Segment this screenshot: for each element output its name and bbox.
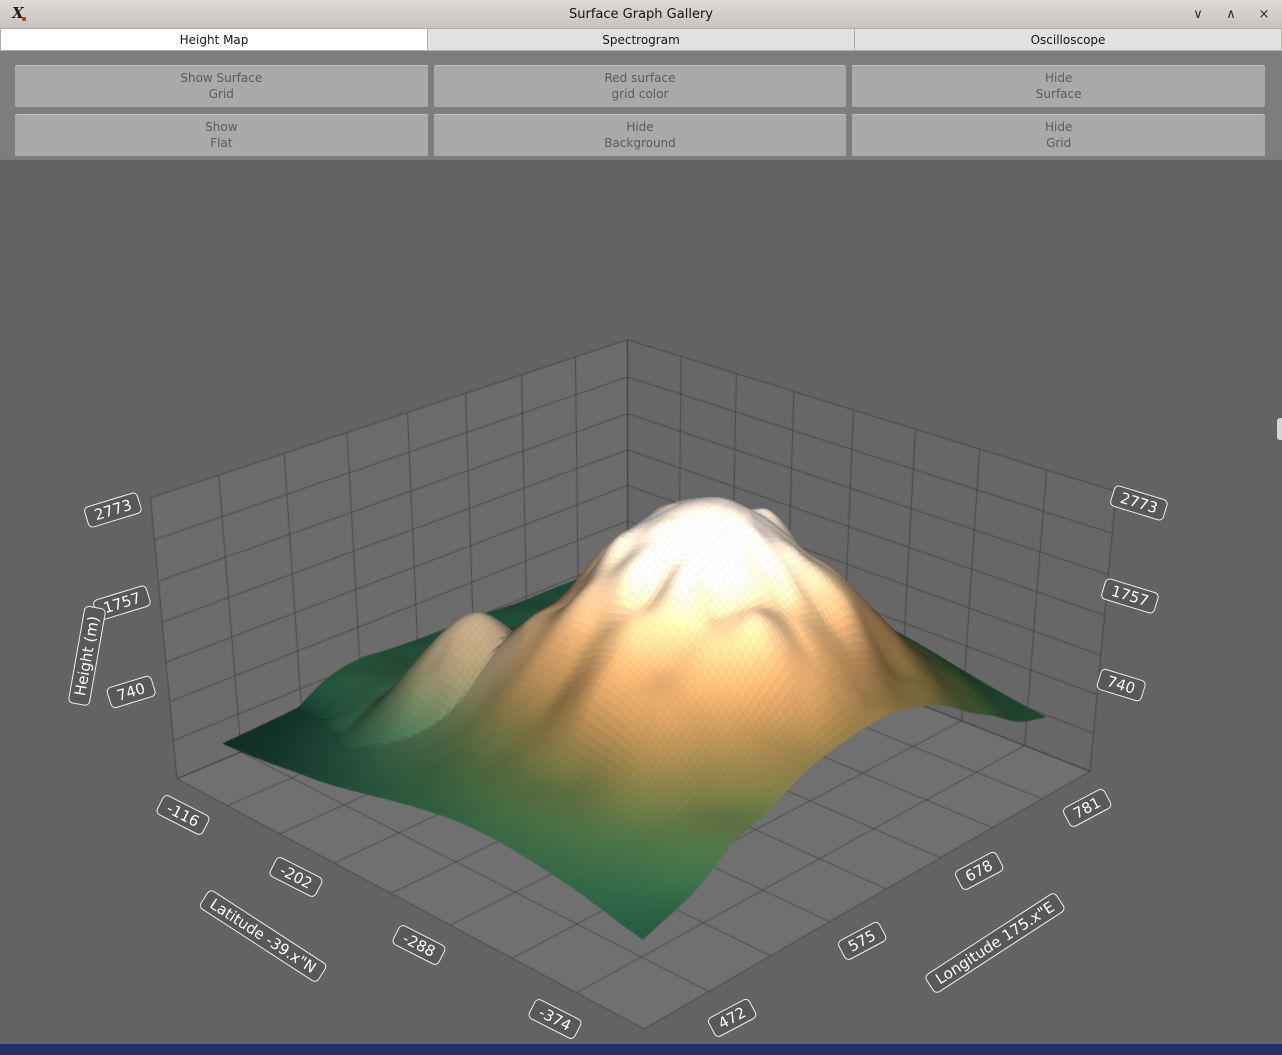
button-show-flat[interactable]: Show Flat	[14, 113, 429, 157]
button-hide-surface[interactable]: Hide Surface	[851, 64, 1266, 108]
window-minimize-button[interactable]: ∨	[1190, 7, 1206, 22]
window-close-button[interactable]: ×	[1256, 7, 1272, 22]
window-edge-notch	[1277, 418, 1282, 440]
window-title: Surface Graph Gallery	[0, 7, 1282, 22]
button-red-surface-grid-color[interactable]: Red surface grid color	[433, 64, 848, 108]
control-button-grid: Show Surface Grid Red surface grid color…	[14, 64, 1266, 157]
taskbar[interactable]	[0, 1044, 1282, 1055]
window-controls: ∨ ∧ ×	[1190, 0, 1272, 28]
button-show-surface-grid[interactable]: Show Surface Grid	[14, 64, 429, 108]
window-maximize-button[interactable]: ∧	[1223, 7, 1239, 22]
tab-oscilloscope[interactable]: Oscilloscope	[855, 28, 1282, 51]
button-hide-background[interactable]: Hide Background	[433, 113, 848, 157]
tab-spectrogram[interactable]: Spectrogram	[428, 28, 855, 51]
tab-height-map[interactable]: Height Map	[0, 28, 428, 51]
button-hide-grid[interactable]: Hide Grid	[851, 113, 1266, 157]
tab-bar: Height Map Spectrogram Oscilloscope	[0, 28, 1282, 51]
title-bar[interactable]: X Surface Graph Gallery ∨ ∧ ×	[0, 0, 1282, 29]
app-icon: X	[9, 4, 27, 22]
surface-plot-canvas[interactable]	[0, 0, 1282, 1055]
